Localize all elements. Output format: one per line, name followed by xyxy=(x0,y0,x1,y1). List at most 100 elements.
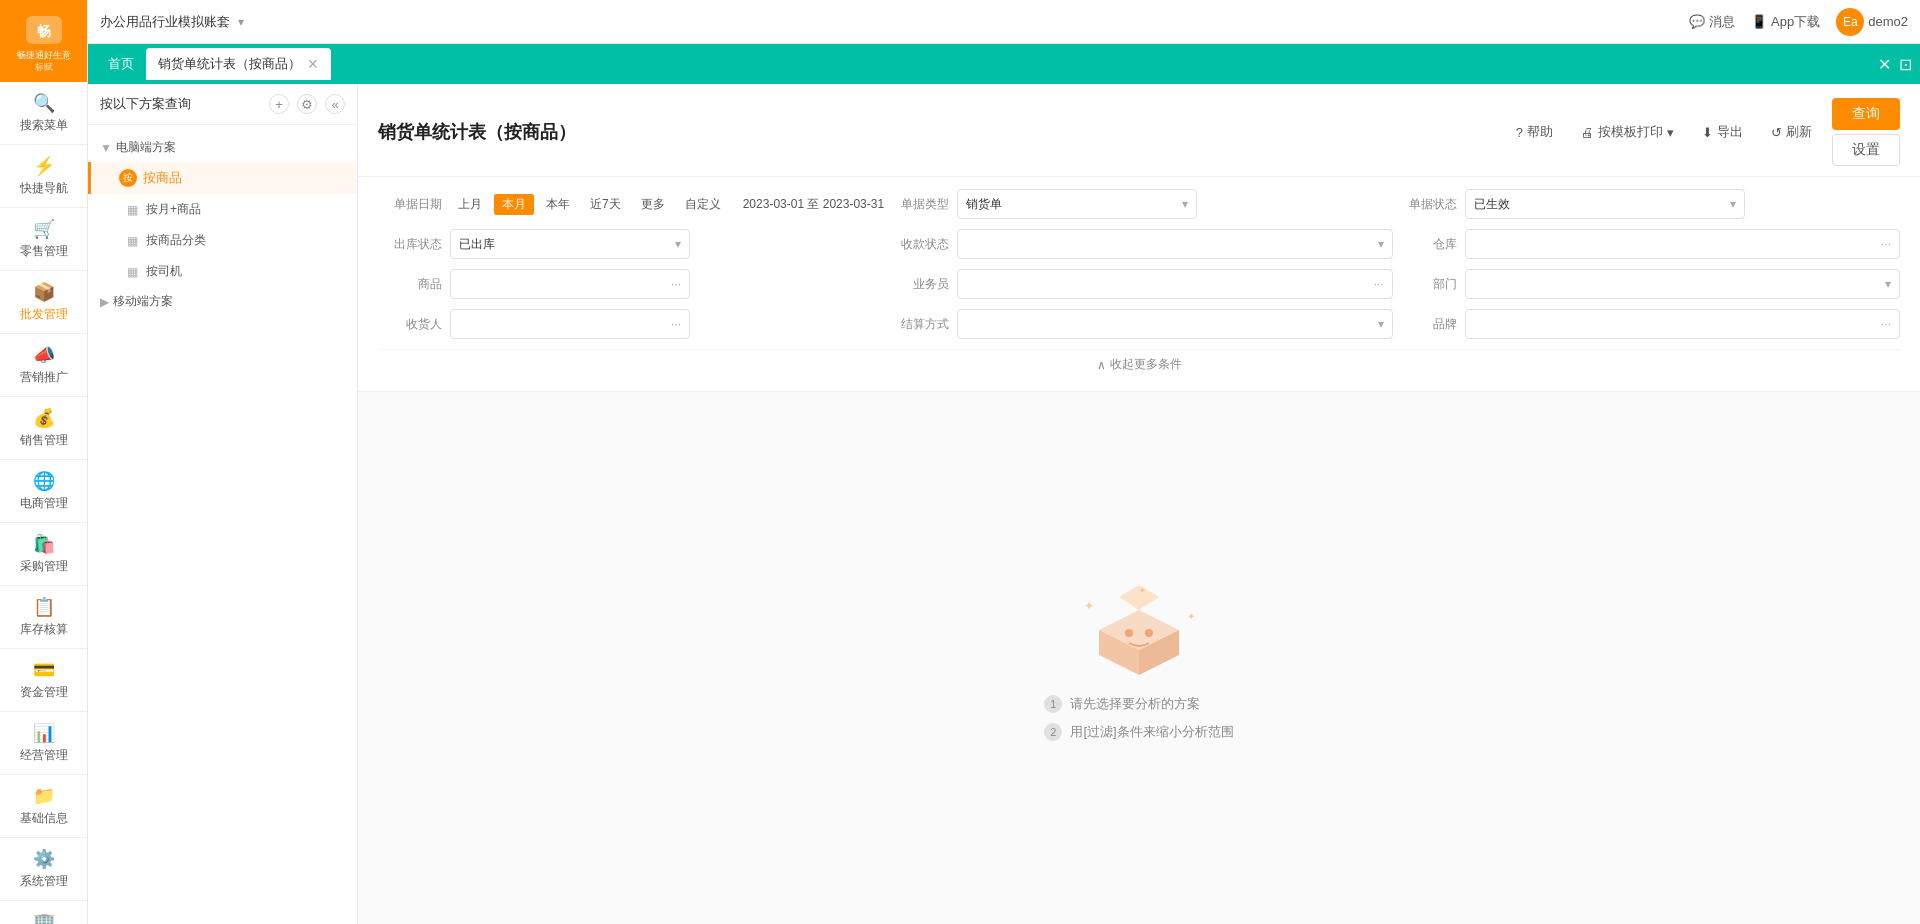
tab-close-window-btn[interactable]: ✕ xyxy=(1878,55,1891,74)
tab-close-icon[interactable]: ✕ xyxy=(307,56,319,72)
app-download-label: App下载 xyxy=(1771,13,1820,31)
date-tab-more[interactable]: 更多 xyxy=(633,194,673,215)
salesman-input[interactable]: ··· xyxy=(957,269,1392,299)
tree-item-by-machine[interactable]: ▦ 按司机 xyxy=(88,256,357,287)
sidebar-item-sales[interactable]: 💰 销售管理 xyxy=(0,397,87,460)
receiver-input[interactable]: ··· xyxy=(450,309,690,339)
help-btn[interactable]: ? 帮助 xyxy=(1508,119,1561,145)
logo-icon: 畅 xyxy=(24,12,64,48)
settle-select[interactable]: ▾ xyxy=(957,309,1392,339)
content-area: 按以下方案查询 + ⚙ « ▼ 电脑端方案 按 按商品 ▦ 按月+商品 xyxy=(88,84,1920,924)
out-status-select[interactable]: 已出库 ▾ xyxy=(450,229,690,259)
svg-text:✦: ✦ xyxy=(1084,599,1094,613)
collapse-label: 收起更多条件 xyxy=(1110,356,1182,373)
print-dropdown-icon[interactable]: ▾ xyxy=(1667,125,1674,140)
tree-group-mobile[interactable]: ▶ 移动端方案 xyxy=(88,287,357,316)
warehouse-dots[interactable]: ··· xyxy=(1881,237,1891,251)
sidebar-item-basic[interactable]: 📁 基础信息 xyxy=(0,775,87,838)
warehouse-label: 仓库 xyxy=(1393,236,1465,253)
sidebar-item-quick[interactable]: ⚡ 快捷导航 xyxy=(0,145,87,208)
sidebar-label-purchase: 采购管理 xyxy=(20,558,68,575)
empty-tip-2: 2 用[过滤]条件来缩小分析范围 xyxy=(1044,723,1233,741)
sidebar-label-inventory: 库存核算 xyxy=(20,621,68,638)
tree-item-by-product[interactable]: 按 按商品 xyxy=(88,162,357,194)
inventory-icon: 📋 xyxy=(33,596,55,618)
sidebar-item-ecom[interactable]: 🌐 电商管理 xyxy=(0,460,87,523)
dept-select[interactable]: ▾ xyxy=(1465,269,1900,299)
tree-group-desktop[interactable]: ▼ 电脑端方案 xyxy=(88,133,357,162)
brand-dots[interactable]: ··· xyxy=(1881,317,1891,331)
sidebar-label-sales: 销售管理 xyxy=(20,432,68,449)
warehouse-col: ··· xyxy=(1465,229,1900,259)
sidebar-item-purchase[interactable]: 🛍️ 采购管理 xyxy=(0,523,87,586)
avatar-text: Ea xyxy=(1843,15,1858,29)
user-menu-btn[interactable]: Ea demo2 xyxy=(1836,8,1908,36)
date-tabs: 上月 本月 本年 近7天 更多 自定义 xyxy=(450,194,729,215)
sidebar-item-wholesale[interactable]: 📦 批发管理 xyxy=(0,271,87,334)
doc-status-chevron: ▾ xyxy=(1730,197,1736,211)
app-download-btn[interactable]: 📱 App下载 xyxy=(1751,13,1820,31)
sidebar-item-search[interactable]: 🔍 搜索菜单 xyxy=(0,82,87,145)
sidebar-item-operation[interactable]: 📊 经营管理 xyxy=(0,712,87,775)
print-btn[interactable]: 🖨 按模板打印 ▾ xyxy=(1573,119,1682,145)
doc-type-select[interactable]: 销货单 ▾ xyxy=(957,189,1197,219)
sidebar-item-finance[interactable]: 💳 资金管理 xyxy=(0,649,87,712)
date-tab-this-month[interactable]: 本月 xyxy=(494,194,534,215)
sales-icon: 💰 xyxy=(33,407,55,429)
refresh-btn[interactable]: ↺ 刷新 xyxy=(1763,119,1820,145)
date-tab-custom[interactable]: 自定义 xyxy=(677,194,729,215)
message-btn[interactable]: 💬 消息 xyxy=(1689,13,1735,31)
doc-status-select[interactable]: 已生效 ▾ xyxy=(1465,189,1745,219)
brand-input[interactable]: ··· xyxy=(1465,309,1900,339)
sidebar-item-marketing[interactable]: 📣 营销推广 xyxy=(0,334,87,397)
tab-home[interactable]: 首页 xyxy=(96,48,146,80)
sidebar-item-inventory[interactable]: 📋 库存核算 xyxy=(0,586,87,649)
tree-item-by-month-product[interactable]: ▦ 按月+商品 xyxy=(88,194,357,225)
operation-icon: 📊 xyxy=(33,722,55,744)
collapse-panel-btn[interactable]: « xyxy=(325,94,345,114)
collapse-btn[interactable]: ∧ 收起更多条件 xyxy=(378,349,1900,379)
purchase-icon: 🛍️ xyxy=(33,533,55,555)
filter-area: 单据日期 上月 本月 本年 近7天 更多 自定义 2023-03-01 至 20… xyxy=(358,177,1920,392)
topbar-left: 办公用品行业模拟账套 ▾ xyxy=(100,13,244,31)
chevron-right-icon: ▶ xyxy=(100,295,109,309)
date-tab-last-month[interactable]: 上月 xyxy=(450,194,490,215)
query-btn[interactable]: 查询 xyxy=(1832,98,1900,130)
svg-text:✦: ✦ xyxy=(1139,586,1146,595)
warehouse-input[interactable]: ··· xyxy=(1465,229,1900,259)
receiver-dots[interactable]: ··· xyxy=(671,317,681,331)
out-status-value: 已出库 xyxy=(459,236,495,253)
add-scheme-btn[interactable]: + xyxy=(269,94,289,114)
tree-item-by-category[interactable]: ▦ 按商品分类 xyxy=(88,225,357,256)
out-status-chevron: ▾ xyxy=(675,237,681,251)
grid-icon-2: ▦ xyxy=(124,234,140,248)
sidebar-label-ecom: 电商管理 xyxy=(20,495,68,512)
settings-btn[interactable]: 设置 xyxy=(1832,134,1900,166)
salesman-dots[interactable]: ··· xyxy=(1374,277,1384,291)
doc-type-col: 销货单 ▾ xyxy=(957,189,1392,219)
date-tab-this-year[interactable]: 本年 xyxy=(538,194,578,215)
settings-scheme-btn[interactable]: ⚙ xyxy=(297,94,317,114)
sidebar-label-search: 搜索菜单 xyxy=(20,117,68,134)
sidebar-item-retail[interactable]: 🛒 零售管理 xyxy=(0,208,87,271)
app-logo: 畅 畅捷通好生意 标赋 xyxy=(0,0,88,82)
collect-status-select[interactable]: ▾ xyxy=(957,229,1392,259)
sidebar-item-system[interactable]: ⚙️ 系统管理 xyxy=(0,838,87,901)
chevron-up-icon: ∧ xyxy=(1097,358,1106,372)
tab-maximize-btn[interactable]: ⊡ xyxy=(1899,55,1912,74)
page-header: 销货单统计表（按商品） ? 帮助 🖨 按模板打印 ▾ ⬇ 导出 xyxy=(358,84,1920,177)
tab-report[interactable]: 销货单统计表（按商品） ✕ xyxy=(146,48,331,80)
tree-item-icon-by-product: 按 xyxy=(119,169,137,187)
message-label: 消息 xyxy=(1709,13,1735,31)
salesman-col: ··· xyxy=(957,269,1392,299)
topbar-dropdown-icon[interactable]: ▾ xyxy=(238,15,244,29)
sidebar-item-enterprise[interactable]: 🏢 企业协同 xyxy=(0,901,87,924)
goods-input[interactable]: ··· xyxy=(450,269,690,299)
dept-chevron: ▾ xyxy=(1885,277,1891,291)
tree-group-desktop-label: 电脑端方案 xyxy=(116,139,176,156)
goods-dots[interactable]: ··· xyxy=(671,277,681,291)
user-name: demo2 xyxy=(1868,14,1908,29)
date-tab-7days[interactable]: 近7天 xyxy=(582,194,629,215)
filter-row-1: 单据日期 上月 本月 本年 近7天 更多 自定义 2023-03-01 至 20… xyxy=(378,189,1900,219)
export-btn[interactable]: ⬇ 导出 xyxy=(1694,119,1751,145)
